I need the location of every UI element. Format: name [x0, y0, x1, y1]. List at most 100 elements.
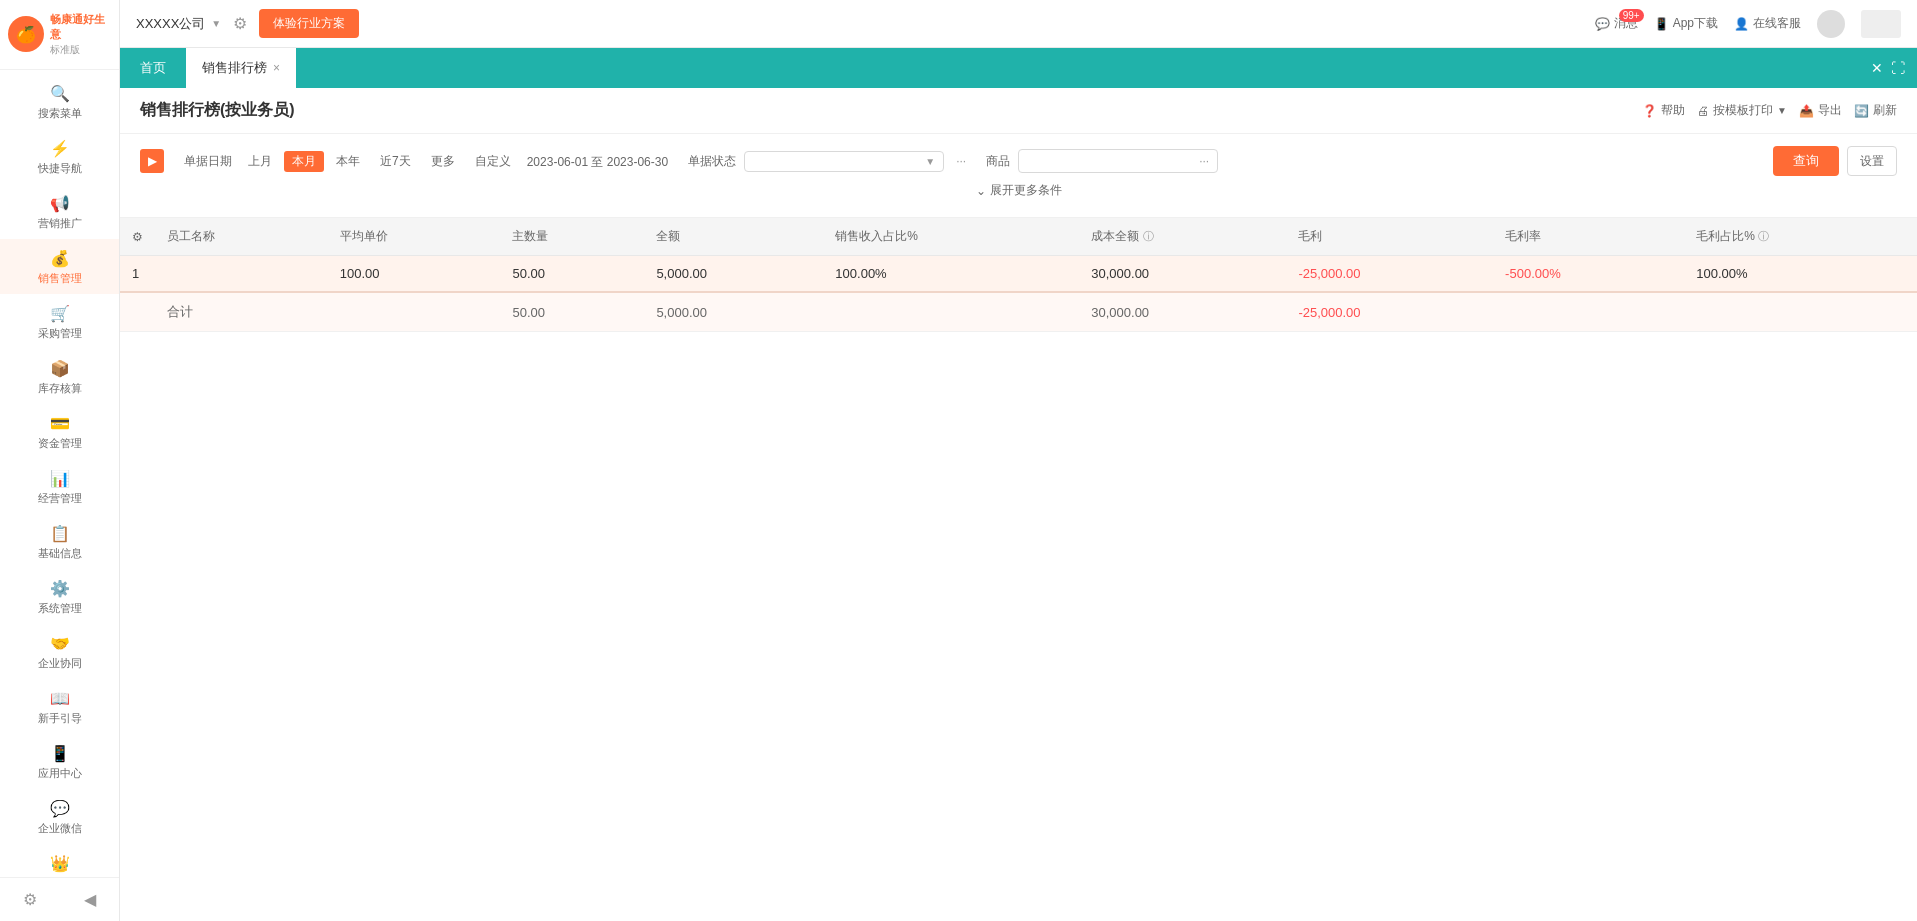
filter-toggle-btn[interactable]: ▶ [140, 149, 164, 173]
date-tab-more[interactable]: 更多 [423, 151, 463, 172]
message-badge: 99+ [1619, 9, 1644, 22]
sidebar-item-member[interactable]: 👑 畅会员 [0, 844, 119, 877]
sidebar-item-collab[interactable]: 🤝 企业协同 [0, 624, 119, 679]
basics-nav-icon: 📋 [50, 524, 70, 543]
cost-info-icon[interactable]: ⓘ [1143, 230, 1154, 242]
member-nav-icon: 👑 [50, 854, 70, 873]
operations-nav-icon: 📊 [50, 469, 70, 488]
sidebar-item-inventory[interactable]: 📦 库存核算 [0, 349, 119, 404]
logo-text: 畅康通好生意 [50, 12, 111, 43]
sidebar-item-guide[interactable]: 📖 新手引导 [0, 679, 119, 734]
company-name: XXXXX公司 [136, 15, 205, 33]
goods-select[interactable]: ··· [1018, 149, 1218, 173]
main-area: XXXXX公司 ▼ ⚙ 体验行业方案 💬 消息 99+ 📱 App下载 👤 在线… [120, 0, 1917, 921]
tab-right-actions: ✕ ⛶ [1871, 60, 1917, 76]
cell-name [155, 256, 328, 293]
cell-amount: 5,000.00 [644, 256, 823, 293]
tabbar: 首页 销售排行榜 × ✕ ⛶ [120, 48, 1917, 88]
message-button[interactable]: 💬 消息 99+ [1595, 15, 1638, 32]
sidebar-item-basics[interactable]: 📋 基础信息 [0, 514, 119, 569]
sidebar-item-sales[interactable]: 💰 销售管理 [0, 239, 119, 294]
expand-arrow-icon: ⌄ [976, 184, 986, 198]
filter-expand-area: ⌄ 展开更多条件 [140, 176, 1897, 205]
settings-button[interactable]: 设置 [1847, 146, 1897, 176]
sidebar-settings-btn[interactable]: ⚙ [15, 886, 45, 913]
status-select[interactable]: ▼ [744, 151, 944, 172]
cell-avg-price: 100.00 [328, 256, 501, 293]
sidebar-item-wechat[interactable]: 💬 企业微信 [0, 789, 119, 844]
purchase-nav-icon: 🛒 [50, 304, 70, 323]
service-label: 在线客服 [1753, 15, 1801, 32]
tab-minimize-icon[interactable]: ✕ [1871, 60, 1883, 76]
search-nav-icon: 🔍 [50, 84, 70, 103]
print-button[interactable]: 🖨 按模板打印 ▼ [1697, 102, 1787, 119]
print-icon: 🖨 [1697, 104, 1709, 118]
refresh-button[interactable]: 🔄 刷新 [1854, 102, 1897, 119]
footer-profit: -25,000.00 [1286, 292, 1493, 332]
tab-close-icon[interactable]: × [273, 61, 280, 75]
status-select-arrow: ▼ [925, 156, 935, 167]
guide-nav-icon: 📖 [50, 689, 70, 708]
cell-profit: -25,000.00 [1286, 256, 1493, 293]
wechat-nav-icon: 💬 [50, 799, 70, 818]
sidebar-item-marketing[interactable]: 📢 营销推广 [0, 184, 119, 239]
expand-more-btn[interactable]: ⌄ 展开更多条件 [976, 182, 1062, 199]
expand-label: 展开更多条件 [990, 182, 1062, 199]
logo-icon: 🍊 [8, 16, 44, 52]
user-avatar[interactable] [1817, 10, 1845, 38]
cell-profit-pct: 100.00% [1684, 256, 1917, 293]
sidebar-item-purchase[interactable]: 🛒 采购管理 [0, 294, 119, 349]
tab-home[interactable]: 首页 [120, 48, 186, 88]
filter-row-1: ▶ 单据日期 上月 本月 本年 近7天 更多 自定义 2023-06-01 至 … [140, 146, 1897, 176]
sidebar-item-apps[interactable]: 📱 应用中心 [0, 734, 119, 789]
user-name-area [1861, 10, 1901, 38]
apps-nav-icon: 📱 [50, 744, 70, 763]
sidebar-item-label: 营销推广 [38, 216, 82, 231]
sidebar-item-search[interactable]: 🔍 搜索菜单 [0, 74, 119, 129]
tab-maximize-icon[interactable]: ⛶ [1891, 60, 1905, 76]
sidebar-item-operations[interactable]: 📊 经营管理 [0, 459, 119, 514]
company-selector[interactable]: XXXXX公司 ▼ [136, 15, 221, 33]
date-tab-custom[interactable]: 自定义 [467, 151, 519, 172]
page-title: 销售排行榜(按业务员) [140, 100, 295, 121]
data-table: ⚙ 员工名称 平均单价 主数量 全额 销售收入占比% 成本全额 ⓘ 毛利 毛利率 [120, 218, 1917, 332]
date-tab-last-month[interactable]: 上月 [240, 151, 280, 172]
footer-empty-1 [120, 292, 155, 332]
profit-pct-info-icon[interactable]: ⓘ [1758, 230, 1769, 242]
sidebar-collapse-btn[interactable]: ◀ [76, 886, 104, 913]
refresh-icon: 🔄 [1854, 104, 1869, 118]
col-header-profit-rate: 毛利率 [1493, 218, 1684, 256]
sidebar-item-finance[interactable]: 💳 资金管理 [0, 404, 119, 459]
sidebar-item-system[interactable]: ⚙️ 系统管理 [0, 569, 119, 624]
query-button[interactable]: 查询 [1773, 146, 1839, 176]
date-tab-this-month[interactable]: 本月 [284, 151, 324, 172]
col-header-settings: ⚙ [120, 218, 155, 256]
date-tab-7days[interactable]: 近7天 [372, 151, 419, 172]
quick-nav-icon: ⚡ [50, 139, 70, 158]
cell-qty: 50.00 [500, 256, 644, 293]
status-filter-label: 单据状态 [688, 153, 736, 170]
sidebar-item-label: 搜索菜单 [38, 106, 82, 121]
help-icon: ❓ [1642, 104, 1657, 118]
sidebar-item-label: 采购管理 [38, 326, 82, 341]
trial-button[interactable]: 体验行业方案 [259, 9, 359, 38]
cell-cost: 30,000.00 [1079, 256, 1286, 293]
status-more-icon[interactable]: ··· [956, 154, 966, 168]
filter-bar: ▶ 单据日期 上月 本月 本年 近7天 更多 自定义 2023-06-01 至 … [120, 134, 1917, 218]
app-download-button[interactable]: 📱 App下载 [1654, 15, 1718, 32]
date-range-display: 2023-06-01 至 2023-06-30 [527, 154, 668, 171]
tab-sales-ranking[interactable]: 销售排行榜 × [186, 48, 296, 88]
online-service-button[interactable]: 👤 在线客服 [1734, 15, 1801, 32]
topbar-gear-icon[interactable]: ⚙ [233, 14, 247, 33]
help-button[interactable]: ❓ 帮助 [1642, 102, 1685, 119]
date-filter-label: 单据日期 [184, 153, 232, 170]
sidebar-item-label: 销售管理 [38, 271, 82, 286]
export-button[interactable]: 📤 导出 [1799, 102, 1842, 119]
topbar-right: 💬 消息 99+ 📱 App下载 👤 在线客服 [1595, 10, 1901, 38]
sidebar-item-quick[interactable]: ⚡ 快捷导航 [0, 129, 119, 184]
print-arrow-icon: ▼ [1777, 105, 1787, 116]
date-tab-this-year[interactable]: 本年 [328, 151, 368, 172]
table-section: ⚙ 员工名称 平均单价 主数量 全额 销售收入占比% 成本全额 ⓘ 毛利 毛利率 [120, 218, 1917, 921]
settings-col-icon[interactable]: ⚙ [132, 230, 143, 244]
sidebar-item-label: 企业微信 [38, 821, 82, 836]
